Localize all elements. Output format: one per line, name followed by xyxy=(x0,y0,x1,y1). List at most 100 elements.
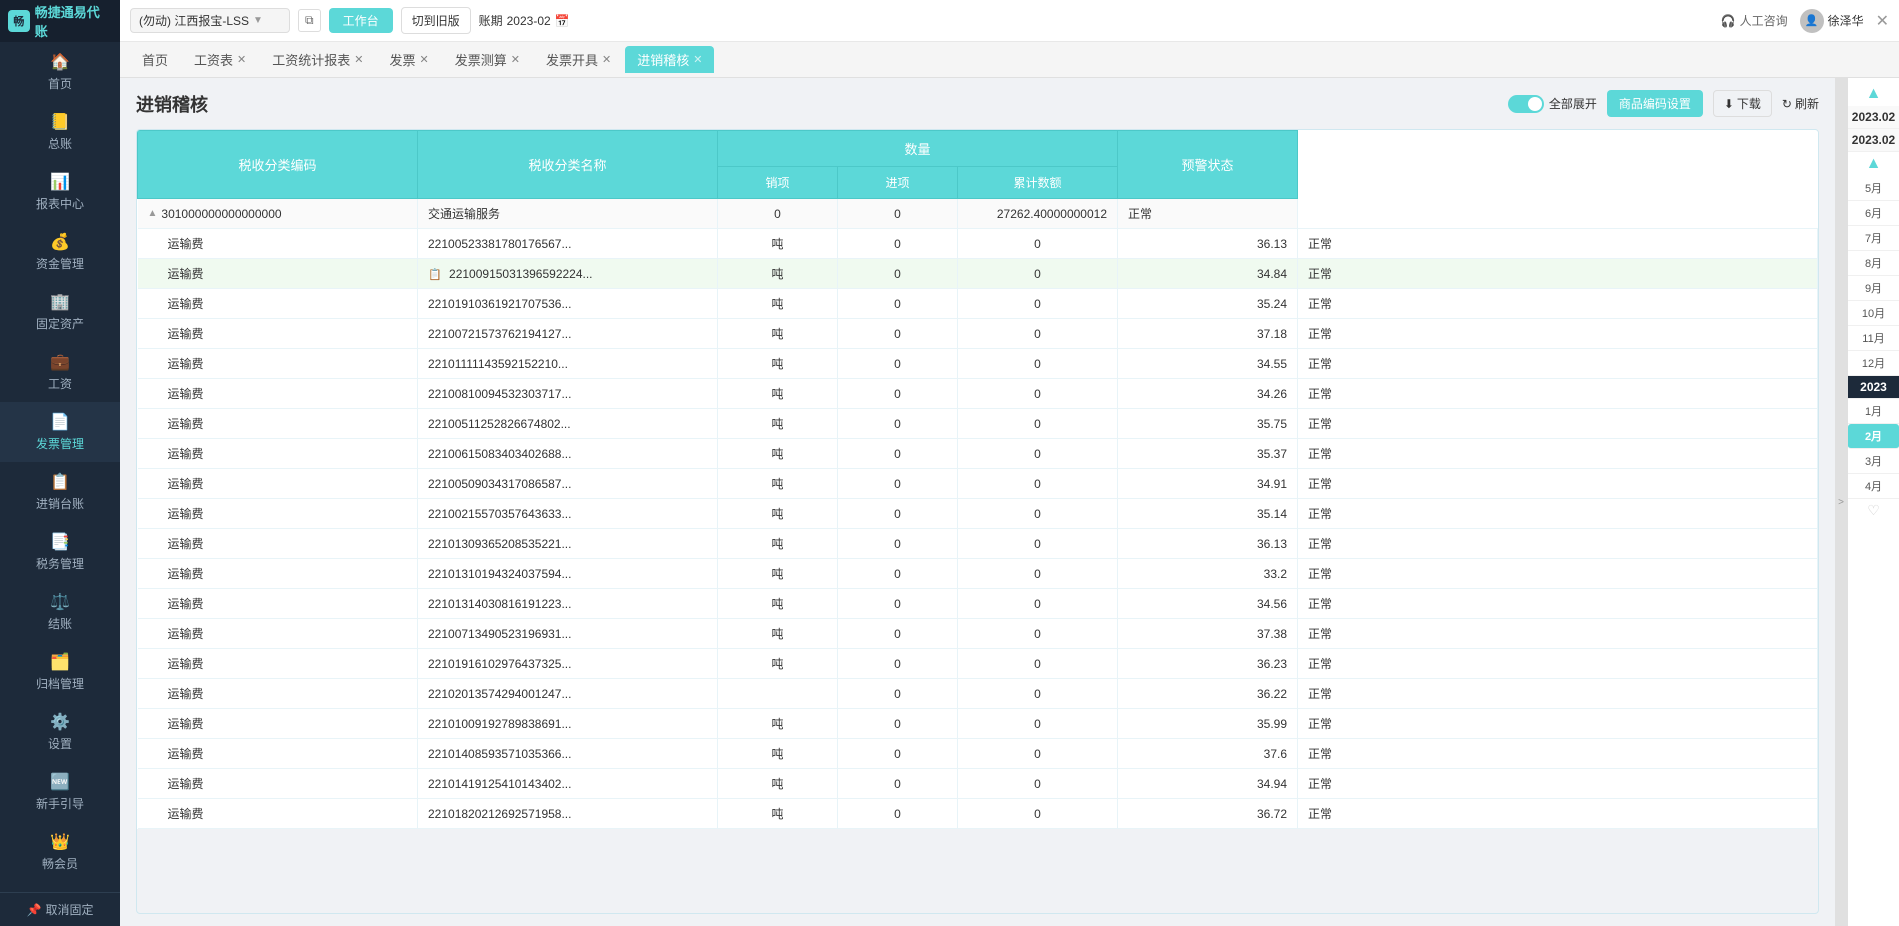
right-sidebar-month-7[interactable]: 7月 xyxy=(1848,226,1899,251)
row-sales-cell: 0 xyxy=(838,319,958,349)
download-label: 下载 xyxy=(1737,95,1761,112)
right-sidebar-month-5[interactable]: 5月 xyxy=(1848,176,1899,201)
sidebar-item-label: 归档管理 xyxy=(36,675,84,692)
unpin-button[interactable]: 📌 取消固定 xyxy=(0,892,120,926)
tab-invoice[interactable]: 发票 ✕ xyxy=(377,46,440,73)
sidebar-item-label: 进销台账 xyxy=(36,495,84,512)
refresh-label: 刷新 xyxy=(1795,95,1819,112)
row-cumulative-cell: 34.26 xyxy=(1118,379,1298,409)
row-unit-cell: 吨 xyxy=(718,469,838,499)
user-menu[interactable]: 👤 徐泽华 xyxy=(1800,9,1864,33)
table-row: 运输费 22101111143592152210... 吨 0 0 34.55 … xyxy=(138,349,1818,379)
copy-button[interactable]: ⧉ xyxy=(298,9,321,32)
tab-invoice-calc-close[interactable]: ✕ xyxy=(511,53,520,66)
tab-payroll-stats-close[interactable]: ✕ xyxy=(354,53,363,66)
archive-icon: 🗂️ xyxy=(50,652,70,672)
row-invoice-cell: 22101310194324037594... xyxy=(418,559,718,589)
expand-handle[interactable]: > xyxy=(1835,78,1847,926)
row-status-cell: 正常 xyxy=(1298,289,1818,319)
right-sidebar-month-9[interactable]: 9月 xyxy=(1848,276,1899,301)
row-name-cell: 运输费 xyxy=(138,679,418,709)
right-sidebar-month-10[interactable]: 10月 xyxy=(1848,301,1899,326)
row-status-cell: 正常 xyxy=(1298,649,1818,679)
right-sidebar-month-6[interactable]: 6月 xyxy=(1848,201,1899,226)
tab-invoice-open[interactable]: 发票开具 ✕ xyxy=(534,46,623,73)
right-sidebar-up2[interactable]: ▲ xyxy=(1863,152,1885,176)
row-sales-cell: 0 xyxy=(838,799,958,829)
group-status-cell: 正常 xyxy=(1118,199,1298,229)
right-sidebar-month-4[interactable]: 4月 xyxy=(1848,474,1899,499)
tab-payroll[interactable]: 工资表 ✕ xyxy=(182,46,258,73)
sidebar-item-payroll[interactable]: 💼 工资 xyxy=(0,342,120,402)
collapse-icon[interactable]: ▲ xyxy=(148,208,158,219)
row-purchase-cell: 0 xyxy=(958,589,1118,619)
row-name-cell: 运输费 xyxy=(138,319,418,349)
ledger-icon: 📒 xyxy=(50,112,70,132)
table-row: 运输费 22101916102976437325... 吨 0 0 36.23 … xyxy=(138,649,1818,679)
tab-payroll-close[interactable]: ✕ xyxy=(237,53,246,66)
col-status-header: 预警状态 xyxy=(1118,131,1298,199)
refresh-button[interactable]: ↻ 刷新 xyxy=(1782,95,1819,112)
sidebar-item-archive[interactable]: 🗂️ 归档管理 xyxy=(0,642,120,702)
tab-home[interactable]: 首页 xyxy=(130,46,180,73)
row-cumulative-cell: 33.2 xyxy=(1118,559,1298,589)
refresh-icon: ↻ xyxy=(1782,97,1792,111)
download-button[interactable]: ⬇ 下载 xyxy=(1713,90,1772,117)
sidebar-item-label: 税务管理 xyxy=(36,555,84,572)
sidebar-item-sales-ledger[interactable]: 📋 进销台账 xyxy=(0,462,120,522)
tab-invoice-open-close[interactable]: ✕ xyxy=(602,53,611,66)
row-purchase-cell: 0 xyxy=(958,649,1118,679)
right-sidebar-year-2023[interactable]: 2023.02 xyxy=(1848,106,1899,129)
sidebar-item-member[interactable]: 👑 畅会员 xyxy=(0,822,120,882)
right-sidebar-month-11[interactable]: 11月 xyxy=(1848,326,1899,351)
right-sidebar-up[interactable]: ▲ xyxy=(1863,82,1885,106)
right-sidebar-month-1[interactable]: 1月 xyxy=(1848,399,1899,424)
sidebar-item-settlement[interactable]: ⚖️ 结账 xyxy=(0,582,120,642)
sidebar-item-reports[interactable]: 📊 报表中心 xyxy=(0,162,120,222)
right-sidebar-month-8[interactable]: 8月 xyxy=(1848,251,1899,276)
sidebar-item-label: 总账 xyxy=(48,135,72,152)
row-purchase-cell: 0 xyxy=(958,709,1118,739)
sidebar-item-settings[interactable]: ⚙️ 设置 xyxy=(0,702,120,762)
product-code-button[interactable]: 商品编码设置 xyxy=(1607,90,1703,117)
tab-invoice-calc[interactable]: 发票测算 ✕ xyxy=(443,46,532,73)
tab-invoice-open-label: 发票开具 xyxy=(546,50,598,69)
close-icon[interactable]: ✕ xyxy=(1876,11,1889,31)
right-sidebar-year-2023-label[interactable]: 2023 xyxy=(1848,376,1899,399)
sidebar-item-home[interactable]: 🏠 首页 xyxy=(0,42,120,102)
data-table: 税收分类编码 税收分类名称 数量 预警状态 销项 进项 累计数额 xyxy=(137,130,1818,829)
tab-payroll-stats[interactable]: 工资统计报表 ✕ xyxy=(260,46,375,73)
row-purchase-cell: 0 xyxy=(958,769,1118,799)
row-unit-cell: 吨 xyxy=(718,349,838,379)
row-unit-cell: 吨 xyxy=(718,379,838,409)
row-unit-cell: 吨 xyxy=(718,499,838,529)
row-purchase-cell: 0 xyxy=(958,799,1118,829)
toggle-all-label: 全部展开 xyxy=(1549,95,1597,112)
sidebar-item-invoice-mgmt[interactable]: 📄 发票管理 xyxy=(0,402,120,462)
row-cumulative-cell: 35.75 xyxy=(1118,409,1298,439)
right-sidebar-month-3[interactable]: 3月 xyxy=(1848,449,1899,474)
switch-version-button[interactable]: 切到旧版 xyxy=(401,7,471,34)
row-invoice-cell: 22101916102976437325... xyxy=(418,649,718,679)
row-invoice-cell: 22101111143592152210... xyxy=(418,349,718,379)
company-selector[interactable]: (勿动) 江西报宝-LSS ▼ xyxy=(130,8,290,33)
workspace-button[interactable]: 工作台 xyxy=(329,8,393,33)
tab-invoice-close[interactable]: ✕ xyxy=(420,53,429,66)
tab-sales-check[interactable]: 进销稽核 ✕ xyxy=(625,46,714,73)
tab-home-label: 首页 xyxy=(142,50,168,69)
right-sidebar-month-12[interactable]: 12月 xyxy=(1848,351,1899,376)
table-row: 运输费 22100810094532303717... 吨 0 0 34.26 … xyxy=(138,379,1818,409)
sidebar-item-ledger[interactable]: 📒 总账 xyxy=(0,102,120,162)
toggle-all-switch[interactable] xyxy=(1508,95,1544,113)
sidebar-item-tax[interactable]: 📑 税务管理 xyxy=(0,522,120,582)
table-row: 运输费 22100523381780176567... 吨 0 0 36.13 … xyxy=(138,229,1818,259)
sidebar-item-guide[interactable]: 🆕 新手引导 xyxy=(0,762,120,822)
row-invoice-cell: 22101408593571035366... xyxy=(418,739,718,769)
sidebar-item-finance[interactable]: 💰 资金管理 xyxy=(0,222,120,282)
tab-sales-check-close[interactable]: ✕ xyxy=(693,53,702,66)
row-cumulative-cell: 36.13 xyxy=(1118,529,1298,559)
sidebar-item-assets[interactable]: 🏢 固定资产 xyxy=(0,282,120,342)
right-sidebar-year-top[interactable]: 2023.02 xyxy=(1848,129,1899,152)
right-sidebar-month-2[interactable]: 2月 xyxy=(1848,424,1899,449)
help-button[interactable]: 🎧 人工咨询 xyxy=(1721,12,1788,29)
